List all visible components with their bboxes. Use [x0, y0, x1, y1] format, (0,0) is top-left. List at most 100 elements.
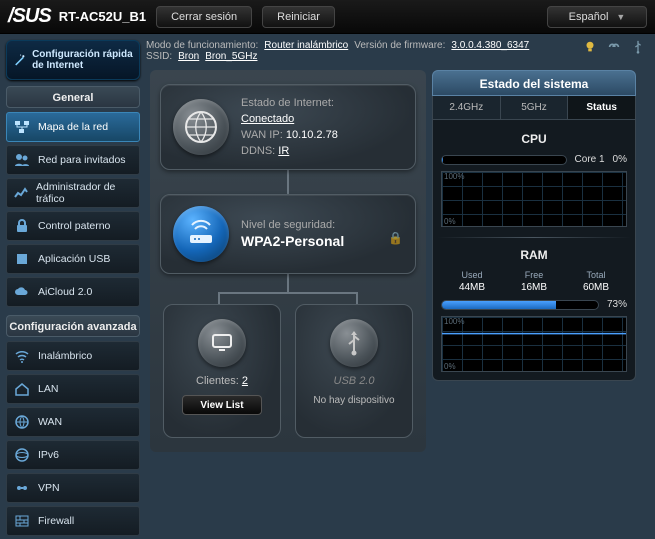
nav-label: Aplicación USB [38, 253, 110, 265]
security-label: Nivel de seguridad: [241, 219, 335, 231]
mode-value[interactable]: Router inalámbrico [264, 40, 348, 51]
nav-wireless[interactable]: Inalámbrico [6, 341, 140, 371]
bulb-icon[interactable] [583, 40, 597, 54]
nav-label: Red para invitados [38, 154, 126, 166]
nav-label: Firewall [38, 515, 74, 527]
tab-status[interactable]: Status [568, 96, 635, 119]
ram-used: 44MB [441, 282, 503, 293]
firewall-icon [13, 512, 31, 530]
nav-aicloud[interactable]: AiCloud 2.0 [6, 277, 140, 307]
view-list-button[interactable]: View List [182, 395, 262, 415]
logo: /SUS RT-AC52U_B1 [8, 5, 146, 28]
top-bar: /SUS RT-AC52U_B1 Cerrar sesión Reiniciar… [0, 0, 655, 34]
mode-label: Modo de funcionamiento: [146, 40, 258, 51]
status-tabs: 2.4GHz 5GHz Status [432, 96, 636, 120]
usb-icon[interactable] [631, 40, 645, 54]
globe-large-icon [173, 99, 229, 155]
ssid-5[interactable]: Bron_5GHz [205, 51, 257, 62]
usb-card[interactable]: USB 2.0 No hay dispositivo [295, 304, 413, 438]
nav-usb-app[interactable]: Aplicación USB [6, 244, 140, 274]
nav-vpn[interactable]: VPN [6, 473, 140, 503]
ram-h-total: Total [565, 270, 627, 280]
nav-label: WAN [38, 416, 62, 428]
ram-h-free: Free [503, 270, 565, 280]
usb-large-icon [330, 319, 378, 367]
chevron-down-icon: ▼ [616, 12, 625, 22]
network-map-panel: Estado de Internet: Conectado WAN IP: 10… [150, 70, 426, 452]
ddns-label: DDNS: [241, 145, 275, 157]
logout-button[interactable]: Cerrar sesión [156, 6, 252, 28]
nav-label: IPv6 [38, 449, 59, 461]
clients-count: 2 [242, 375, 248, 387]
language-dropdown[interactable]: Español ▼ [547, 6, 647, 28]
network-map-icon [13, 118, 31, 136]
wifi-icon [13, 347, 31, 365]
globe-icon [13, 413, 31, 431]
ram-graph: 100% 0% [441, 316, 627, 372]
sidebar: Configuración rápida de Internet General… [0, 36, 146, 539]
fw-value[interactable]: 3.0.0.4.380_6347 [451, 40, 529, 51]
fw-label: Versión de firmware: [354, 40, 445, 51]
clients-card[interactable]: Clientes: 2 View List [163, 304, 281, 438]
nav-label: LAN [38, 383, 58, 395]
nav-label: AiCloud 2.0 [38, 286, 92, 298]
ssid-24[interactable]: Bron [178, 51, 199, 62]
link-icon[interactable] [607, 40, 621, 54]
usb-status: No hay dispositivo [313, 395, 394, 406]
padlock-icon: 🔒 [388, 231, 403, 245]
ddns-value[interactable]: IR [278, 145, 289, 157]
status-panel: Estado del sistema 2.4GHz 5GHz Status CP… [432, 70, 636, 452]
core-pct: 0% [613, 154, 627, 165]
nav-ipv6[interactable]: IPv6 [6, 440, 140, 470]
ram-free: 16MB [503, 282, 565, 293]
cloud-icon [13, 283, 31, 301]
puzzle-icon [13, 250, 31, 268]
wan-label: WAN IP: [241, 129, 283, 141]
internet-status-card[interactable]: Estado de Internet: Conectado WAN IP: 10… [160, 84, 416, 170]
internet-status: Conectado [241, 113, 294, 125]
ram-h-used: Used [441, 270, 503, 280]
nav-guest-network[interactable]: Red para invitados [6, 145, 140, 175]
guest-icon [13, 151, 31, 169]
ram-bar [441, 300, 599, 310]
tab-24ghz[interactable]: 2.4GHz [433, 96, 501, 119]
ram-total: 60MB [565, 282, 627, 293]
monitor-icon [198, 319, 246, 367]
nav-parental-control[interactable]: Control paterno [6, 211, 140, 241]
lock-icon [13, 217, 31, 235]
ram-pct: 73% [607, 299, 627, 310]
security-value: WPA2-Personal [241, 233, 344, 249]
language-label: Español [569, 11, 609, 23]
router-icon [173, 206, 229, 262]
cpu-graph: 100% 0% [441, 171, 627, 227]
ssid-label: SSID: [146, 51, 172, 62]
qis-button[interactable]: Configuración rápida de Internet [6, 40, 140, 80]
usb-label: USB 2.0 [334, 375, 375, 387]
nav-traffic-manager[interactable]: Administrador de tráfico [6, 178, 140, 208]
cpu-title: CPU [441, 132, 627, 146]
status-title: Estado del sistema [432, 70, 636, 96]
nav-label: VPN [38, 482, 60, 494]
reboot-button[interactable]: Reiniciar [262, 6, 335, 28]
home-icon [13, 380, 31, 398]
nav-label: Mapa de la red [38, 121, 108, 133]
ram-title: RAM [441, 248, 627, 262]
security-card[interactable]: Nivel de seguridad: WPA2-Personal 🔒 [160, 194, 416, 274]
cpu-core1-bar [441, 155, 567, 165]
section-general: General [6, 86, 140, 108]
internet-label: Estado de Internet: [241, 97, 334, 109]
qis-label: Configuración rápida de Internet [32, 49, 133, 71]
nav-lan[interactable]: LAN [6, 374, 140, 404]
nav-wan[interactable]: WAN [6, 407, 140, 437]
tab-5ghz[interactable]: 5GHz [501, 96, 569, 119]
traffic-icon [13, 184, 29, 202]
vpn-icon [13, 479, 31, 497]
core-label: Core 1 [575, 154, 605, 165]
nav-network-map[interactable]: Mapa de la red [6, 112, 140, 142]
ipv6-icon [13, 446, 31, 464]
brand-logo: /SUS [8, 5, 51, 28]
nav-firewall[interactable]: Firewall [6, 506, 140, 536]
wand-icon [13, 50, 26, 70]
wan-value: 10.10.2.78 [286, 129, 338, 141]
nav-label: Inalámbrico [38, 350, 92, 362]
